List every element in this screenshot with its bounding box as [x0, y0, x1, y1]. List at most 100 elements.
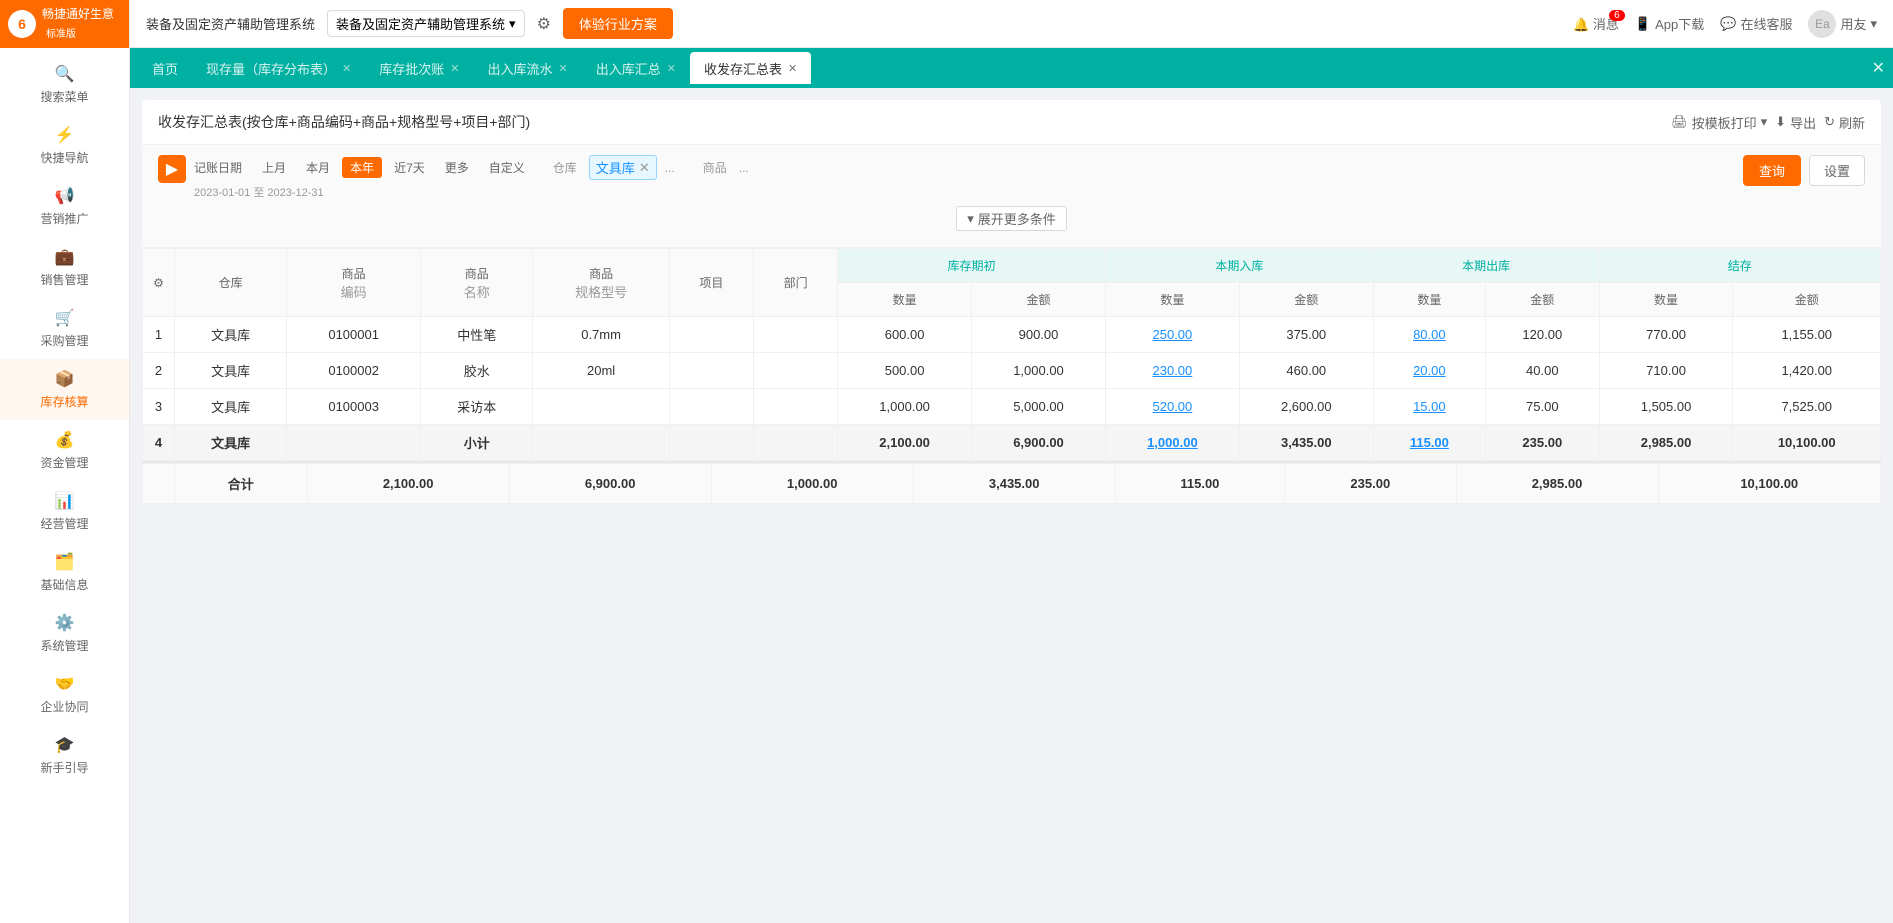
subtotal-out-qty-link[interactable]: 115.00: [1410, 435, 1449, 450]
td-close-qty: 710.00: [1599, 353, 1733, 389]
tab-batch[interactable]: 库存批次账 ✕: [365, 52, 473, 84]
footer-in-qty: 1,000.00: [711, 464, 913, 504]
online-service-label: 在线客服: [1740, 14, 1792, 33]
out-qty-link[interactable]: 15.00: [1413, 399, 1446, 414]
sidebar-item-search[interactable]: 🔍 搜索菜单: [0, 54, 129, 115]
th-goods-spec: 商品规格型号: [533, 249, 670, 317]
query-button[interactable]: 查询: [1743, 155, 1801, 186]
tab-inout-summary-close[interactable]: ✕: [667, 62, 676, 75]
print-button[interactable]: 🖨 按模板打印 ▾: [1671, 113, 1767, 132]
sidebar-item-sales[interactable]: 💼 销售管理: [0, 237, 129, 298]
td-warehouse: 文具库: [175, 425, 287, 461]
search-icon: 🔍: [55, 64, 75, 84]
table-settings-button[interactable]: 设置: [1809, 155, 1865, 186]
sidebar-item-inventory[interactable]: 📦 库存核算: [0, 359, 129, 420]
export-label: 导出: [1790, 113, 1816, 132]
sidebar-item-newbie[interactable]: 🎓 新手引导: [0, 725, 129, 786]
date-btn-more[interactable]: 更多: [437, 157, 477, 178]
tab-stock-dist-close[interactable]: ✕: [342, 62, 351, 75]
sidebar-item-marketing[interactable]: 📢 营销推广: [0, 176, 129, 237]
td-in-qty[interactable]: 520.00: [1105, 389, 1239, 425]
td-out-qty[interactable]: 115.00: [1373, 425, 1485, 461]
sidebar-item-finance[interactable]: 💰 资金管理: [0, 420, 129, 481]
tab-batch-label: 库存批次账: [379, 59, 444, 78]
sidebar-item-quick-nav[interactable]: ⚡ 快捷导航: [0, 115, 129, 176]
footer-out-qty: 115.00: [1115, 464, 1284, 504]
close-all-tabs[interactable]: ✕: [1872, 58, 1885, 78]
tab-recv-send[interactable]: 收发存汇总表 ✕: [690, 52, 811, 84]
td-in-qty[interactable]: 250.00: [1105, 317, 1239, 353]
sidebar-item-business[interactable]: 📊 经营管理: [0, 481, 129, 542]
settings-icon[interactable]: ⚙: [537, 14, 551, 34]
td-open-amt: 5,000.00: [972, 389, 1106, 425]
th-settings[interactable]: ⚙: [143, 249, 175, 317]
in-qty-link[interactable]: 230.00: [1153, 363, 1193, 378]
refresh-icon: ↻: [1824, 114, 1835, 130]
warehouse-more[interactable]: ...: [665, 161, 675, 175]
th-opening: 库存期初: [838, 249, 1106, 283]
td-dept: [754, 425, 838, 461]
table-footer: 合计 2,100.00 6,900.00 1,000.00 3,435.00 1…: [142, 461, 1881, 504]
quick-nav-icon: ⚡: [55, 125, 75, 145]
page-card: 收发存汇总表(按仓库+商品编码+商品+规格型号+项目+部门) 🖨 按模板打印 ▾…: [142, 100, 1881, 504]
th-open-qty: 数量: [838, 283, 972, 317]
app-download-label: App下载: [1655, 14, 1704, 33]
filter-bar: ▶ 记账日期 上月 本月 本年 近7天 更多 自定义: [142, 145, 1881, 248]
td-in-amt: 2,600.00: [1239, 389, 1373, 425]
sidebar-item-purchase[interactable]: 🛒 采购管理: [0, 298, 129, 359]
tab-inout-flow-close[interactable]: ✕: [559, 62, 568, 75]
td-project: [669, 317, 753, 353]
tabs-bar: 首页 现存量（库存分布表） ✕ 库存批次账 ✕ 出入库流水 ✕ 出入库汇总 ✕ …: [130, 48, 1893, 88]
sidebar-label-corp: 企业协同: [40, 698, 88, 715]
topbar-right: 🔔 6 消息 📱 App下载 💬 在线客服 Ea 用友 ▾: [1573, 10, 1877, 38]
out-qty-link[interactable]: 20.00: [1413, 363, 1446, 378]
tab-stock-dist[interactable]: 现存量（库存分布表） ✕: [192, 52, 365, 84]
footer-out-amt: 235.00: [1285, 464, 1456, 504]
refresh-button[interactable]: ↻ 刷新: [1824, 113, 1865, 132]
date-btn-this-month[interactable]: 本月: [298, 157, 338, 178]
td-in-qty[interactable]: 1,000.00: [1105, 425, 1239, 461]
export-button[interactable]: ⬇ 导出: [1775, 113, 1816, 132]
in-qty-link[interactable]: 520.00: [1153, 399, 1193, 414]
date-btn-custom[interactable]: 自定义: [481, 157, 533, 178]
tab-recv-send-close[interactable]: ✕: [788, 62, 797, 75]
user-menu[interactable]: Ea 用友 ▾: [1808, 10, 1877, 38]
in-qty-link[interactable]: 250.00: [1153, 327, 1193, 342]
td-in-qty[interactable]: 230.00: [1105, 353, 1239, 389]
tab-home[interactable]: 首页: [138, 52, 192, 84]
warehouse-tag-close-icon[interactable]: ✕: [639, 160, 650, 176]
td-project: [669, 353, 753, 389]
system-dropdown[interactable]: 装备及固定资产辅助管理系统 ▾: [327, 10, 525, 37]
base-icon: 🗂️: [55, 552, 75, 572]
phone-icon: 📱: [1635, 16, 1651, 32]
page-header: 收发存汇总表(按仓库+商品编码+商品+规格型号+项目+部门) 🖨 按模板打印 ▾…: [142, 100, 1881, 145]
th-in-qty: 数量: [1105, 283, 1239, 317]
out-qty-link[interactable]: 80.00: [1413, 327, 1446, 342]
subtotal-in-qty-link[interactable]: 1,000.00: [1147, 435, 1198, 450]
sidebar-item-system[interactable]: ⚙️ 系统管理: [0, 603, 129, 664]
topbar: 装备及固定资产辅助管理系统 装备及固定资产辅助管理系统 ▾ ⚙ 体验行业方案 🔔…: [130, 0, 1893, 48]
td-out-qty[interactable]: 15.00: [1373, 389, 1485, 425]
filter-toggle-button[interactable]: ▶: [158, 155, 186, 183]
online-service-link[interactable]: 💬 在线客服: [1720, 14, 1792, 33]
tab-inout-flow[interactable]: 出入库流水 ✕: [473, 52, 581, 84]
date-btn-this-year[interactable]: 本年: [342, 157, 382, 178]
td-goods-code: [287, 425, 421, 461]
td-out-qty[interactable]: 80.00: [1373, 317, 1485, 353]
notification-badge[interactable]: 🔔 6 消息: [1573, 14, 1619, 33]
sidebar-item-base[interactable]: 🗂️ 基础信息: [0, 542, 129, 603]
sidebar-item-corp[interactable]: 🤝 企业协同: [0, 664, 129, 725]
expand-conditions-button[interactable]: ▾ 展开更多条件: [956, 206, 1067, 231]
app-download-link[interactable]: 📱 App下载: [1635, 14, 1704, 33]
date-btn-last-month[interactable]: 上月: [254, 157, 294, 178]
date-btn-7days[interactable]: 近7天: [386, 157, 433, 178]
tab-inout-summary[interactable]: 出入库汇总 ✕: [582, 52, 690, 84]
th-in-amt: 金额: [1239, 283, 1373, 317]
td-close-amt: 1,420.00: [1733, 353, 1881, 389]
td-out-qty[interactable]: 20.00: [1373, 353, 1485, 389]
td-project: [669, 389, 753, 425]
warehouse-tag[interactable]: 文具库 ✕: [589, 155, 657, 180]
trial-button[interactable]: 体验行业方案: [563, 8, 673, 39]
goods-more[interactable]: ...: [739, 161, 749, 175]
tab-batch-close[interactable]: ✕: [450, 62, 459, 75]
